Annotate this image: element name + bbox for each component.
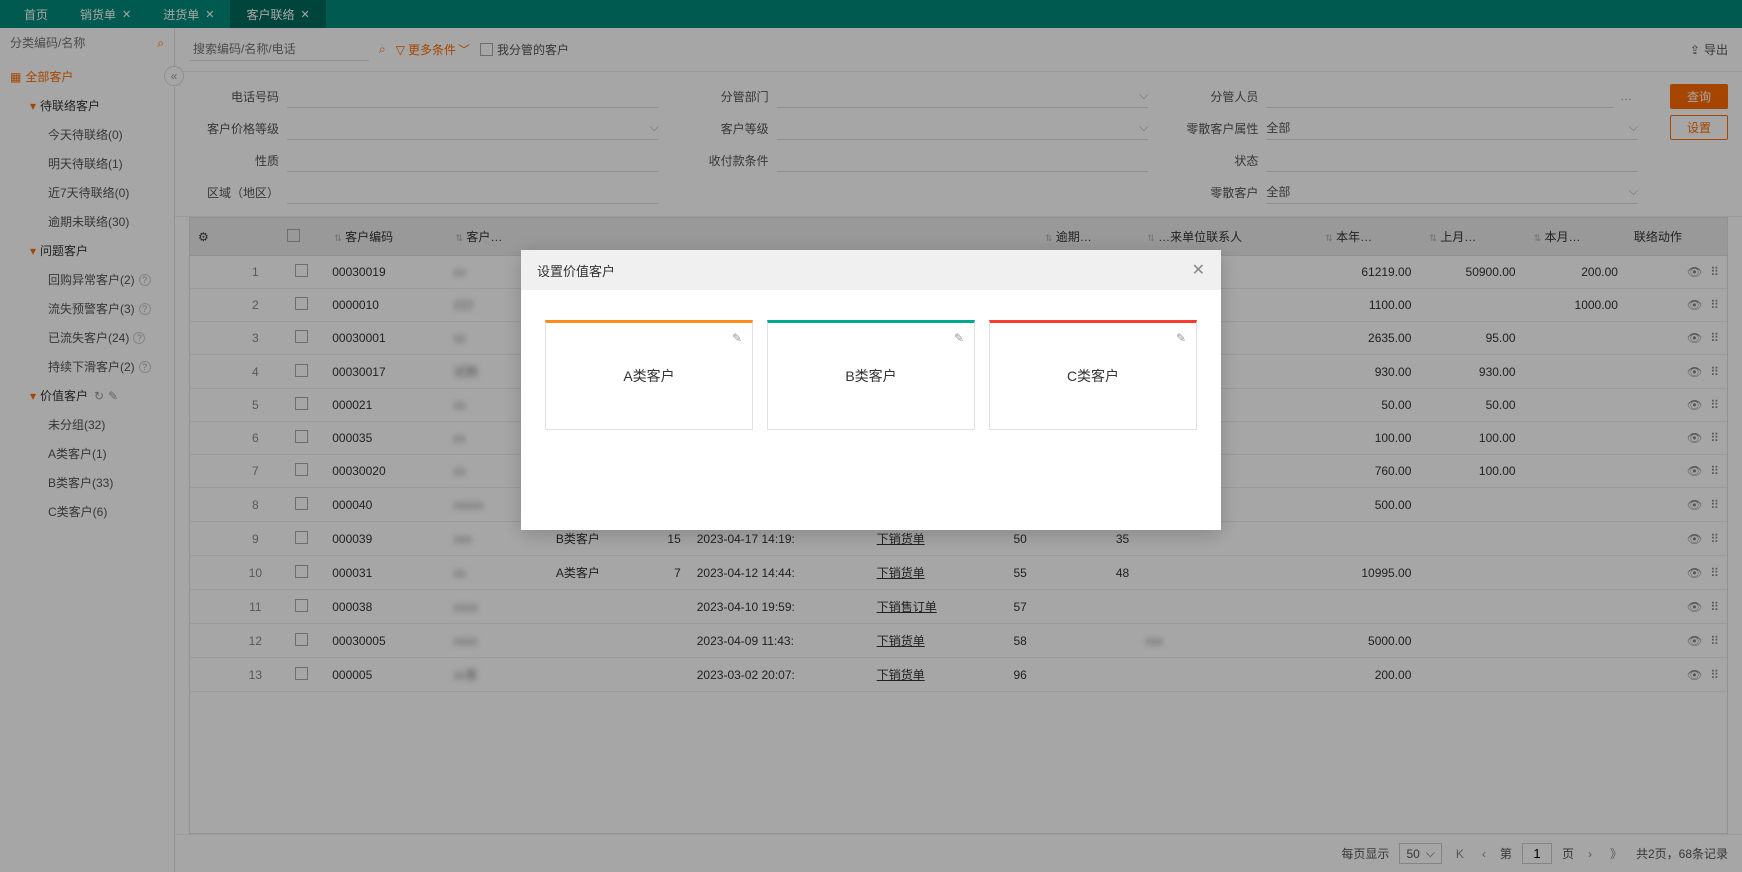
value-card[interactable]: ✎A类客户 [545,320,753,430]
value-customer-modal: 设置价值客户 ✕ ✎A类客户✎B类客户✎C类客户 [521,250,1221,530]
value-card[interactable]: ✎C类客户 [989,320,1197,430]
edit-icon[interactable]: ✎ [954,331,964,345]
edit-icon[interactable]: ✎ [732,331,742,345]
modal-close-button[interactable]: ✕ [1192,260,1205,280]
edit-icon[interactable]: ✎ [1176,331,1186,345]
value-card[interactable]: ✎B类客户 [767,320,975,430]
modal-title: 设置价值客户 [537,261,615,280]
